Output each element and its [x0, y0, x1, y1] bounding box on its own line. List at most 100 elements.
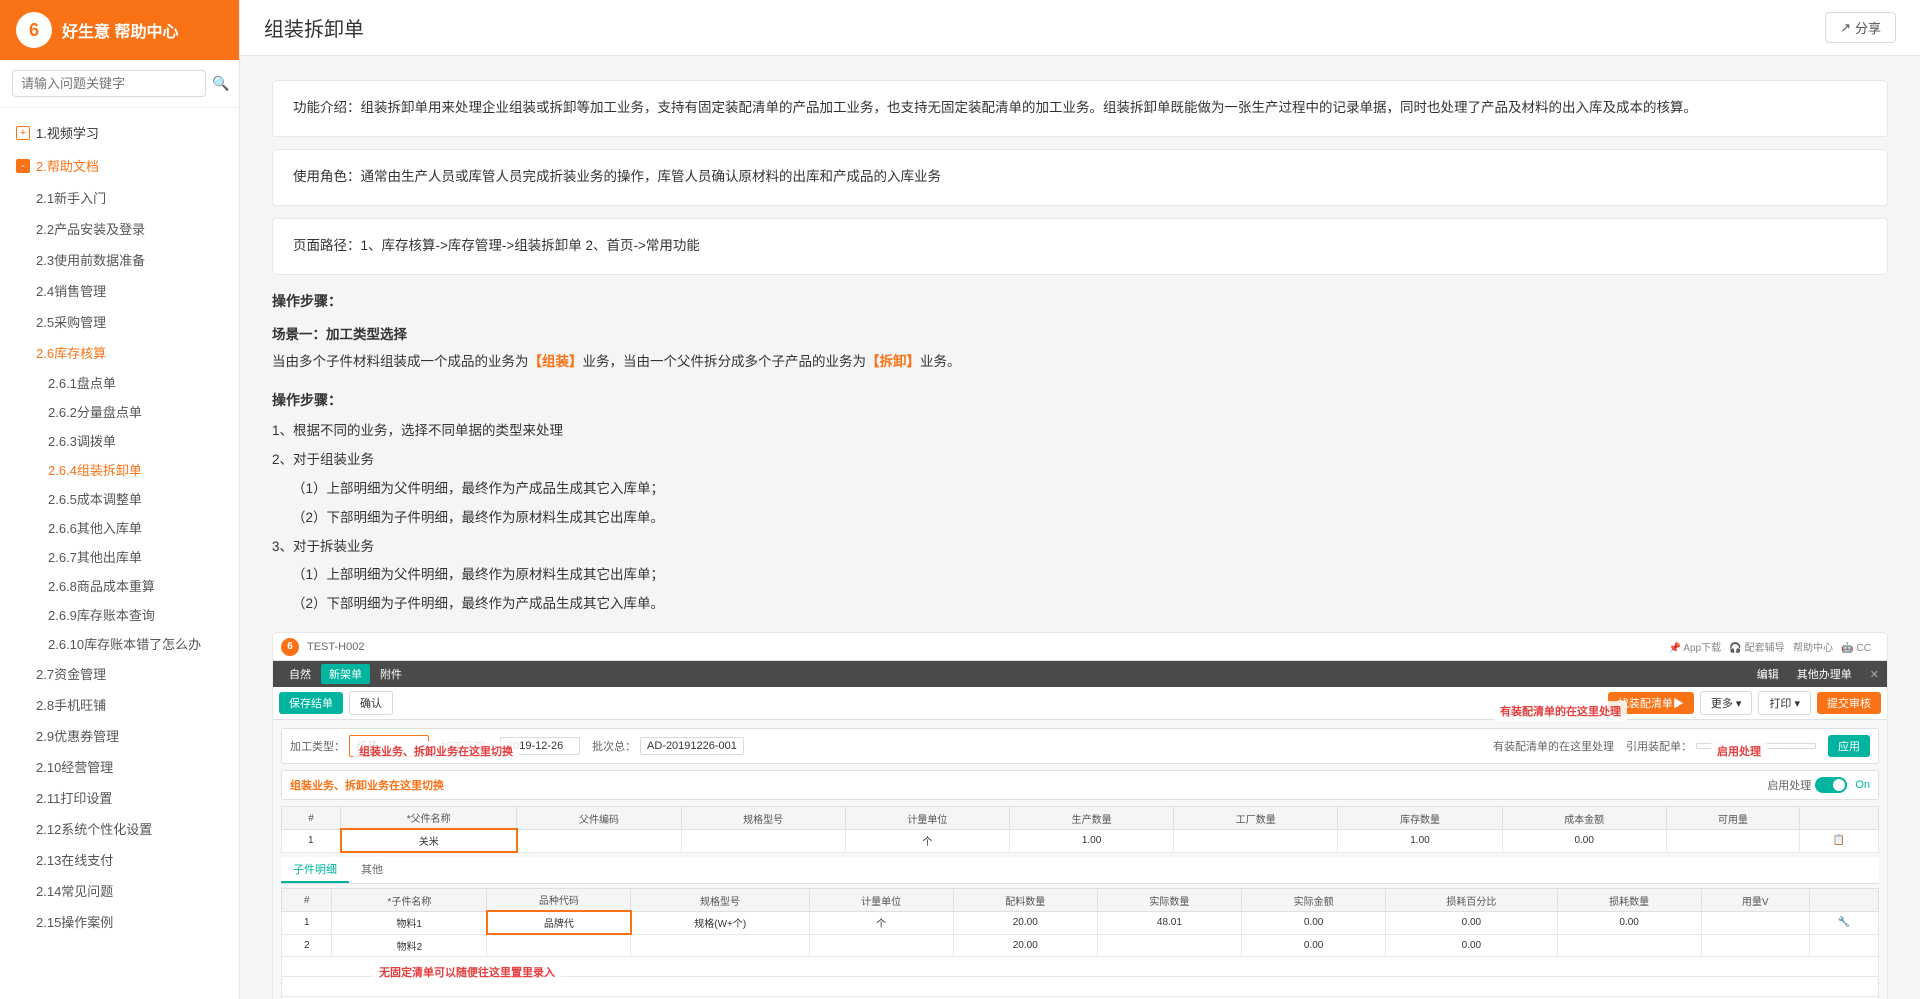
sidebar-item-new-user[interactable]: 2.1新手入门 — [0, 182, 239, 213]
confirm-btn[interactable]: 确认 — [349, 691, 393, 715]
col-factory-qty: 工厂数量 — [1174, 807, 1338, 830]
search-bar: 🔍 — [0, 60, 239, 108]
menu-home[interactable]: 自然 — [281, 664, 319, 684]
sidebar-item-finance[interactable]: 2.7资金管理 — [0, 658, 239, 689]
tab-materials[interactable]: 子件明细 — [281, 857, 349, 883]
upper-table: # *父件名称 父件编码 规格型号 计量单位 生产数量 工厂数量 库存数量 成本… — [281, 806, 1879, 853]
sidebar-item-other-in[interactable]: 2.6.6其他入库单 — [0, 513, 239, 542]
sidebar-item-coupon[interactable]: 2.9优惠券管理 — [0, 720, 239, 751]
field-doc-type-val[interactable]: 组装 — [349, 735, 429, 757]
scene1-desc: 当由多个子件材料组装成一个成品的业务为【组装】业务，当由一个父件拆分成多个子产品… — [272, 351, 1888, 374]
table-row — [282, 956, 1879, 976]
sidebar-item-other-out[interactable]: 2.6.7其他出库单 — [0, 542, 239, 571]
sidebar-item-cases[interactable]: 2.15操作案例 — [0, 906, 239, 937]
app-tabs: 子件明细 其他 — [281, 857, 1879, 884]
lcol-spec: 规格型号 — [631, 889, 809, 912]
app-topbar-id: TEST-H002 — [307, 641, 364, 653]
app-logo-small: 6 — [281, 638, 299, 656]
sidebar-item-mobile[interactable]: 2.8手机旺铺 — [0, 689, 239, 720]
sidebar-item-assembly[interactable]: 2.6.4组装拆卸单 — [0, 455, 239, 484]
col-action-upper — [1800, 807, 1879, 830]
field-material-val[interactable] — [1696, 743, 1816, 749]
apply-btn-label: 应用 — [1838, 741, 1860, 753]
cell-prod-qty: 1.00 — [1009, 829, 1173, 852]
sidebar-item-print[interactable]: 2.11打印设置 — [0, 782, 239, 813]
app-logo: 6 — [16, 12, 52, 48]
sidebar-item-videos[interactable]: + 1.视频学习 — [0, 116, 239, 149]
apply-btn[interactable]: 应用 — [1828, 735, 1870, 757]
menu-edit[interactable]: 编辑 — [1749, 664, 1787, 684]
search-icon[interactable]: 🔍 — [212, 75, 229, 92]
process-type-label: 有装配清单的在这里处理 — [1493, 738, 1614, 754]
field-batch-val[interactable]: AD-20191226-001 — [640, 737, 744, 755]
find-bom-btn[interactable]: 找装配清单▶ — [1608, 692, 1694, 714]
save-btn[interactable]: 保存结单 — [279, 692, 343, 714]
role-block: 使用角色：通常由生产人员或库管人员完成折装业务的操作，库管人员确认原材料的出库和… — [272, 149, 1888, 206]
print-btn-label: 打印 ▾ — [1769, 698, 1800, 710]
close-icon[interactable]: ✕ — [1870, 668, 1879, 681]
cell-stock-qty: 1.00 — [1338, 829, 1502, 852]
cell-unit: 个 — [845, 829, 1009, 852]
sidebar-item-inventory[interactable]: 2.6库存核算 — [0, 337, 239, 368]
lcol-loss-qty: 损耗数量 — [1557, 889, 1701, 912]
field-doc-type: 加工类型： 组装 — [290, 735, 429, 757]
submit-btn[interactable]: 提交审核 — [1817, 692, 1881, 714]
lcell-name: 物料1 — [332, 911, 487, 934]
cell-cost: 0.00 — [1502, 829, 1666, 852]
enable-switch[interactable] — [1815, 777, 1847, 793]
lcell-usage — [1701, 911, 1809, 934]
lcell-loss-qty: 0.00 — [1557, 911, 1701, 934]
tab-other[interactable]: 其他 — [349, 857, 395, 883]
sidebar-item-ledger-query[interactable]: 2.6.9库存账本查询 — [0, 600, 239, 629]
sidebar-item-install[interactable]: 2.2产品安装及登录 — [0, 213, 239, 244]
sidebar-item-data-prep[interactable]: 2.3使用前数据准备 — [0, 244, 239, 275]
cell-parent-name[interactable]: 关米 — [341, 829, 517, 852]
menu-attach[interactable]: 附件 — [372, 664, 410, 684]
col-parent-code: 父件编码 — [517, 807, 681, 830]
sidebar-item-stocktake[interactable]: 2.6.1盘点单 — [0, 368, 239, 397]
table-row: 1 物料1 品牌代 规格(W+个) 个 20.00 48.01 0.00 0.0… — [282, 911, 1879, 934]
sidebar-item-faq[interactable]: 2.14常见问题 — [0, 875, 239, 906]
sidebar-header: 6 好生意 帮助中心 — [0, 0, 239, 60]
sidebar-item-transfer[interactable]: 2.6.3调拨单 — [0, 426, 239, 455]
step3: 3、对于拆装业务 — [272, 536, 1888, 559]
sidebar-item-sales[interactable]: 2.4销售管理 — [0, 275, 239, 306]
sidebar-item-ledger-fix[interactable]: 2.6.10库存账本错了怎么办 — [0, 629, 239, 658]
lcell-code: 品牌代 — [487, 911, 631, 934]
sidebar-item-biz-mgmt[interactable]: 2.10经营管理 — [0, 751, 239, 782]
search-input[interactable] — [12, 70, 206, 97]
disassemble-link: 【拆卸】 — [866, 354, 920, 369]
field-date: 加工日期： 2019-12-26 — [441, 737, 580, 755]
sidebar-item-purchase[interactable]: 2.5采购管理 — [0, 306, 239, 337]
switch-state: On — [1855, 779, 1870, 791]
app-topbar: 6 TEST-H002 📌 App下载 🎧 配套辅导 帮助中心 🤖 CC — [273, 633, 1887, 661]
sidebar-item-docs[interactable]: - 2.帮助文档 — [0, 149, 239, 182]
sidebar-item-partial-stocktake[interactable]: 2.6.2分量盘点单 — [0, 397, 239, 426]
step2-1: （1）上部明细为父件明细，最终作为产成品生成其它入库单； — [272, 478, 1888, 501]
sidebar-item-cost-recalc[interactable]: 2.6.8商品成本重算 — [0, 571, 239, 600]
col-spec: 规格型号 — [681, 807, 845, 830]
lcell-unit: 个 — [809, 911, 953, 934]
menu-other[interactable]: 其他办理单 — [1789, 664, 1860, 684]
sidebar-item-custom[interactable]: 2.12系统个性化设置 — [0, 813, 239, 844]
step3-2: （2）下部明细为子件明细，最终作为产成品生成其它入库单。 — [272, 593, 1888, 616]
field-process-type: 有装配清单的在这里处理 — [1493, 738, 1614, 754]
upper-table-container: # *父件名称 父件编码 规格型号 计量单位 生产数量 工厂数量 库存数量 成本… — [281, 806, 1879, 853]
field-enable: 启用处理 On — [1767, 777, 1870, 793]
app-screenshot: 6 TEST-H002 📌 App下载 🎧 配套辅导 帮助中心 🤖 CC 自然 … — [273, 633, 1887, 999]
lower-table-container: 子件明细 其他 # *子件名称 品种代码 规格型号 计量单位 — [281, 857, 1879, 999]
print-btn[interactable]: 打印 ▾ — [1758, 691, 1811, 715]
steps-intro: 操作步骤： — [272, 390, 1888, 410]
lcell-actual: 48.01 — [1097, 911, 1241, 934]
cell-factory-qty — [1174, 829, 1338, 852]
table-row: 2 物料2 20.00 0.00 0.00 — [282, 934, 1879, 956]
sidebar-item-cost-adj[interactable]: 2.6.5成本调整单 — [0, 484, 239, 513]
field-batch: 批次总： AD-20191226-001 — [592, 737, 744, 755]
sidebar-item-payment[interactable]: 2.13在线支付 — [0, 844, 239, 875]
menu-new[interactable]: 新架单 — [321, 664, 370, 684]
app-action-bar: 保存结单 确认 找装配清单▶ 更多 ▾ 打印 ▾ — [273, 687, 1887, 720]
more-btn[interactable]: 更多 ▾ — [1700, 691, 1753, 715]
assemble-link: 【组装】 — [529, 354, 583, 369]
share-button[interactable]: ↗ 分享 — [1825, 12, 1896, 43]
field-date-val[interactable]: 2019-12-26 — [500, 737, 580, 755]
